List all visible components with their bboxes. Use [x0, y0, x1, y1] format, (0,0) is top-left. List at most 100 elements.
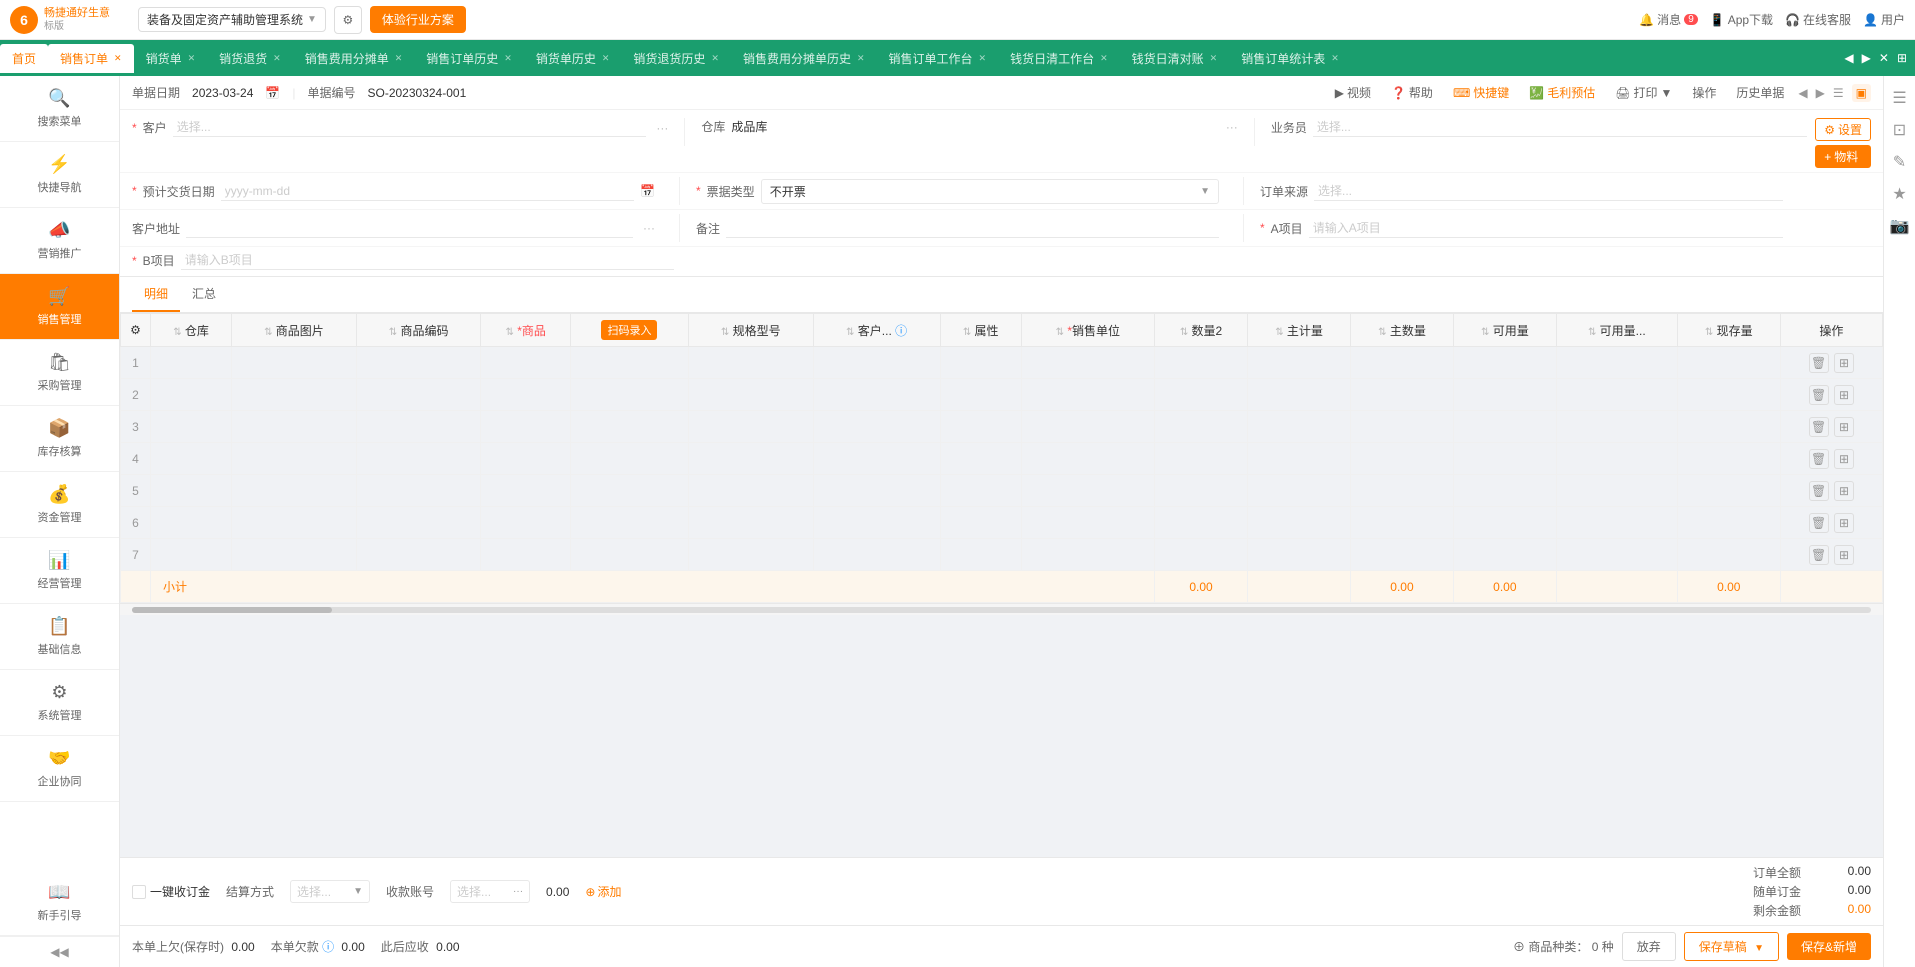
sidebar-collapse-btn[interactable]: ◀◀: [0, 936, 119, 967]
tab-summary[interactable]: 汇总: [180, 277, 228, 312]
calendar-icon[interactable]: 📅: [265, 86, 280, 100]
toolbar-list-view[interactable]: ☰: [1833, 86, 1844, 100]
row6-available[interactable]: [1453, 507, 1556, 539]
discard-button[interactable]: 放弃: [1622, 932, 1676, 961]
row1-main-qty[interactable]: [1351, 347, 1454, 379]
sidebar-item-guide[interactable]: 📖 新手引导: [0, 870, 119, 936]
row6-stock[interactable]: [1677, 507, 1780, 539]
tab-sales-return[interactable]: 销货退货 ✕: [207, 44, 293, 73]
tab-daily-workbench[interactable]: 钱货日清工作台 ✕: [998, 44, 1120, 73]
sidebar-item-operations[interactable]: 📊 经营管理: [0, 538, 119, 604]
row6-main-qty[interactable]: [1351, 507, 1454, 539]
row5-qty2[interactable]: [1154, 475, 1247, 507]
right-panel-icon-1[interactable]: ☰: [1886, 84, 1914, 112]
row7-qty2[interactable]: [1154, 539, 1247, 571]
sidebar-item-system[interactable]: ⚙ 系统管理: [0, 670, 119, 736]
setting-button[interactable]: ⚙ 设置: [1815, 118, 1871, 141]
tab-home[interactable]: 首页: [0, 44, 48, 73]
row2-main-unit[interactable]: [1248, 379, 1351, 411]
row5-available2[interactable]: [1556, 475, 1677, 507]
close-icon-sales-stats[interactable]: ✕: [1331, 53, 1339, 64]
row6-copy-btn[interactable]: ⊞: [1834, 513, 1854, 533]
info-icon[interactable]: ⓘ: [895, 324, 907, 338]
row6-warehouse[interactable]: [151, 507, 232, 539]
toolbar-nav-prev[interactable]: ◀: [1798, 86, 1807, 100]
row1-available[interactable]: [1453, 347, 1556, 379]
row6-code[interactable]: [356, 507, 481, 539]
quick-pay-checkbox-label[interactable]: 一键收订金: [132, 883, 210, 900]
a-project-input[interactable]: [1309, 219, 1783, 238]
row2-copy-btn[interactable]: ⊞: [1834, 385, 1854, 405]
row1-available2[interactable]: [1556, 347, 1677, 379]
tab-sales-return-history[interactable]: 销货退货历史 ✕: [621, 44, 731, 73]
row1-main-unit[interactable]: [1248, 347, 1351, 379]
customer-input[interactable]: [173, 118, 647, 137]
row5-available[interactable]: [1453, 475, 1556, 507]
row2-spec[interactable]: [688, 379, 813, 411]
row1-warehouse[interactable]: [151, 347, 232, 379]
row3-available2[interactable]: [1556, 411, 1677, 443]
row3-stock[interactable]: [1677, 411, 1780, 443]
add-material-button[interactable]: + 物料: [1815, 145, 1871, 168]
row7-warehouse[interactable]: [151, 539, 232, 571]
close-icon-sales-invoice[interactable]: ✕: [188, 53, 196, 64]
row7-spec[interactable]: [688, 539, 813, 571]
row3-main-qty[interactable]: [1351, 411, 1454, 443]
nav-close-all-icon[interactable]: ✕: [1875, 47, 1893, 69]
scan-btn[interactable]: 扫码录入: [601, 320, 657, 340]
row6-sales-unit[interactable]: [1021, 507, 1154, 539]
close-icon-daily-reconcile[interactable]: ✕: [1210, 53, 1218, 64]
row7-main-qty[interactable]: [1351, 539, 1454, 571]
row6-attribute[interactable]: [940, 507, 1021, 539]
row3-main-unit[interactable]: [1248, 411, 1351, 443]
row4-main-unit[interactable]: [1248, 443, 1351, 475]
app-download-button[interactable]: 📱 App下载: [1710, 11, 1773, 28]
row6-spec[interactable]: [688, 507, 813, 539]
row7-available2[interactable]: [1556, 539, 1677, 571]
row5-warehouse[interactable]: [151, 475, 232, 507]
row4-code[interactable]: [356, 443, 481, 475]
messages-button[interactable]: 🔔 消息 9: [1639, 11, 1698, 28]
row4-attribute[interactable]: [940, 443, 1021, 475]
account-select[interactable]: 选择... ···: [450, 880, 530, 903]
info-icon2[interactable]: ⓘ: [322, 940, 334, 954]
profit-btn[interactable]: 💹 毛利预估: [1523, 82, 1601, 103]
history-btn[interactable]: 历史单据: [1730, 82, 1790, 103]
row7-main-unit[interactable]: [1248, 539, 1351, 571]
row7-code[interactable]: [356, 539, 481, 571]
row6-qty2[interactable]: [1154, 507, 1247, 539]
online-service-button[interactable]: 🎧 在线客服: [1785, 11, 1851, 28]
settings-icon[interactable]: ⚙: [334, 6, 362, 34]
tab-sales-stats[interactable]: 销售订单统计表 ✕: [1229, 44, 1351, 73]
close-icon-sales-invoice-history[interactable]: ✕: [602, 53, 610, 64]
b-project-input[interactable]: [181, 251, 674, 270]
delivery-calendar-icon[interactable]: 📅: [640, 184, 655, 198]
sidebar-item-marketing[interactable]: 📣 营销推广: [0, 208, 119, 274]
row6-available2[interactable]: [1556, 507, 1677, 539]
row4-delete-btn[interactable]: 🗑: [1809, 449, 1829, 469]
delivery-date-input[interactable]: [221, 182, 634, 201]
row3-available[interactable]: [1453, 411, 1556, 443]
right-panel-icon-2[interactable]: ⊡: [1886, 116, 1914, 144]
operate-btn[interactable]: 操作: [1686, 82, 1722, 103]
tab-daily-reconcile[interactable]: 钱货日清对账 ✕: [1120, 44, 1230, 73]
row2-code[interactable]: [356, 379, 481, 411]
customer-address-input[interactable]: [186, 219, 633, 238]
row7-delete-btn[interactable]: 🗑: [1809, 545, 1829, 565]
right-panel-icon-4[interactable]: ★: [1886, 180, 1914, 208]
sidebar-item-finance[interactable]: 💰 资金管理: [0, 472, 119, 538]
row5-stock[interactable]: [1677, 475, 1780, 507]
close-icon-sales-order-history[interactable]: ✕: [504, 53, 512, 64]
row5-main-unit[interactable]: [1248, 475, 1351, 507]
row5-spec[interactable]: [688, 475, 813, 507]
row4-warehouse[interactable]: [151, 443, 232, 475]
row5-delete-btn[interactable]: 🗑: [1809, 481, 1829, 501]
row2-sales-unit[interactable]: [1021, 379, 1154, 411]
row7-customer-info[interactable]: [813, 539, 940, 571]
shortcut-btn[interactable]: ⌨ 快捷键: [1447, 82, 1515, 103]
row2-stock[interactable]: [1677, 379, 1780, 411]
sidebar-item-search[interactable]: 🔍 搜索菜单: [0, 76, 119, 142]
row2-main-qty[interactable]: [1351, 379, 1454, 411]
row4-sales-unit[interactable]: [1021, 443, 1154, 475]
row1-sales-unit[interactable]: [1021, 347, 1154, 379]
